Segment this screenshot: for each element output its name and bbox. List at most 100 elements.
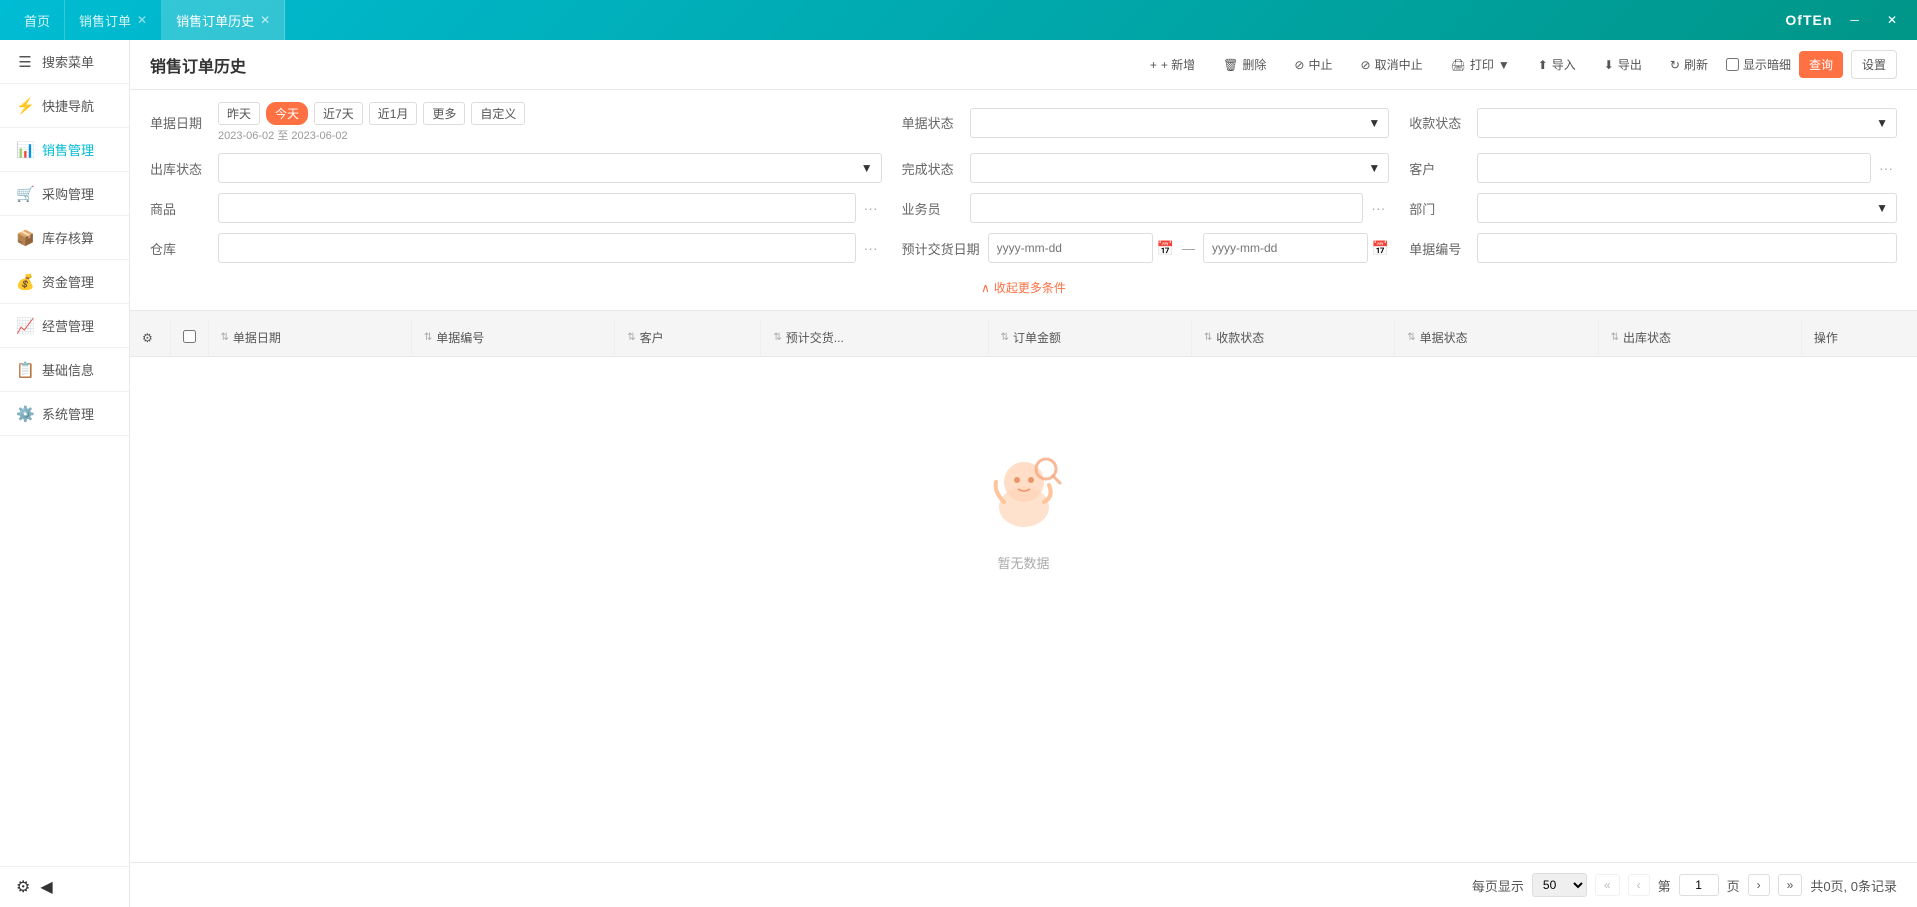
empty-state-row: 暂无数据 [130, 357, 1917, 653]
sidebar-item-inventory-label: 库存核算 [42, 228, 94, 247]
filter-customer-input[interactable] [1477, 153, 1871, 183]
new-btn[interactable]: + + 新增 [1140, 51, 1205, 78]
filter-complete-status-label: 完成状态 [902, 159, 962, 178]
data-table: ⚙ ⇅ 单据日期 ⇅ [130, 319, 1917, 652]
basic-info-icon: 📋 [16, 361, 34, 379]
filter-salesman-input[interactable] [970, 193, 1364, 223]
delivery-date-end-calendar-icon[interactable]: 📅 [1372, 240, 1389, 257]
delete-btn[interactable]: 🗑 删除 [1213, 51, 1276, 78]
date-7days-btn[interactable]: 近7天 [314, 102, 363, 125]
filter-out-status-select[interactable]: ▼ [218, 153, 882, 183]
th-no[interactable]: ⇅ 单据编号 [411, 319, 614, 357]
th-customer[interactable]: ⇅ 客户 [615, 319, 761, 357]
sidebar-item-sales-mgmt[interactable]: 📊 销售管理 [0, 128, 129, 172]
page-num-input[interactable] [1679, 874, 1719, 896]
th-amount-sort-icon: ⇅ [1001, 332, 1009, 343]
sidebar-collapse-icon[interactable]: ◀ [40, 877, 52, 897]
top-bar: 首页 销售订单 ✕ 销售订单历史 ✕ OfTEn ─ ✕ [0, 0, 1917, 40]
filter-row-1: 单据日期 昨天 今天 近7天 近1月 更多 自定义 2023-06-02 [150, 102, 1897, 143]
date-more-btn[interactable]: 更多 [423, 102, 465, 125]
export-icon: ⬇ [1604, 58, 1614, 72]
settings-btn[interactable]: 设置 [1851, 50, 1897, 79]
finance-icon: 💰 [16, 273, 34, 291]
sidebar-item-finance[interactable]: 💰 资金管理 [0, 260, 129, 304]
stop-btn[interactable]: ⊘ 中止 [1284, 51, 1342, 78]
window-minimize-btn[interactable]: ─ [1840, 8, 1869, 32]
th-out-status[interactable]: ⇅ 出库状态 [1598, 319, 1801, 357]
stop-btn-label: 中止 [1308, 56, 1332, 73]
th-settings[interactable]: ⚙ [130, 319, 170, 357]
import-icon: ⬆ [1538, 58, 1548, 72]
sidebar-item-search-menu-label: 搜索菜单 [42, 52, 94, 71]
sidebar-item-purchase-mgmt[interactable]: 🛒 采购管理 [0, 172, 129, 216]
per-page-select[interactable]: 50 10 20 100 [1532, 873, 1587, 897]
filter-payment-status-select[interactable]: ▼ [1477, 108, 1897, 138]
tab-sales-order[interactable]: 销售订单 ✕ [65, 0, 162, 40]
export-btn-label: 导出 [1618, 56, 1642, 73]
th-no-label: 单据编号 [436, 329, 484, 346]
filter-item-out-status: 出库状态 ▼ [150, 153, 882, 183]
filter-complete-status-select[interactable]: ▼ [970, 153, 1390, 183]
sidebar-item-operations[interactable]: 📈 经营管理 [0, 304, 129, 348]
tab-home[interactable]: 首页 [10, 0, 65, 40]
filter-delivery-date-end[interactable] [1203, 233, 1368, 263]
prev-page-btn[interactable]: ‹ [1628, 874, 1650, 896]
date-1month-btn[interactable]: 近1月 [369, 102, 418, 125]
filter-dept-label: 部门 [1409, 199, 1469, 218]
sidebar-item-search-menu[interactable]: ☰ 搜索菜单 [0, 40, 129, 84]
next-page-btn[interactable]: › [1748, 874, 1770, 896]
toolbar: + + 新增 🗑 删除 ⊘ 中止 ⊘ 取消中止 🖨 打印 [1140, 50, 1897, 79]
tab-sales-order-history[interactable]: 销售订单历史 ✕ [162, 0, 285, 40]
empty-state-cell: 暂无数据 [130, 357, 1917, 653]
window-close-btn[interactable]: ✕ [1877, 8, 1907, 32]
sidebar-item-quick-nav[interactable]: ⚡ 快捷导航 [0, 84, 129, 128]
filter-warehouse-input[interactable] [218, 233, 856, 263]
tab-sales-order-history-close[interactable]: ✕ [260, 13, 270, 27]
customer-more-icon[interactable]: ··· [1875, 160, 1897, 176]
last-page-btn[interactable]: » [1778, 874, 1803, 896]
show-cols-toggle[interactable]: 显示暗细 [1726, 56, 1791, 73]
filter-delivery-date-start[interactable] [988, 233, 1153, 263]
print-btn[interactable]: 🖨 打印 ▼ [1441, 51, 1520, 78]
warehouse-more-icon[interactable]: ··· [860, 240, 882, 256]
sidebar-item-basic-info[interactable]: 📋 基础信息 [0, 348, 129, 392]
print-btn-label: 打印 [1470, 56, 1494, 73]
filter-salesman-control: ··· [970, 193, 1390, 223]
goods-more-icon[interactable]: ··· [860, 200, 882, 216]
import-btn[interactable]: ⬆ 导入 [1528, 51, 1586, 78]
query-btn[interactable]: 查询 [1799, 51, 1843, 78]
filter-item-customer: 客户 ··· [1409, 153, 1897, 183]
th-payment-status[interactable]: ⇅ 收款状态 [1191, 319, 1394, 357]
doc-status-chevron-icon: ▼ [1368, 116, 1380, 130]
filter-customer-label: 客户 [1409, 159, 1469, 178]
th-doc-status[interactable]: ⇅ 单据状态 [1395, 319, 1598, 357]
sidebar-item-sys-mgmt[interactable]: ⚙️ 系统管理 [0, 392, 129, 436]
per-page-label: 每页显示 [1472, 876, 1524, 895]
cancel-stop-btn[interactable]: ⊘ 取消中止 [1351, 51, 1433, 78]
date-yesterday-btn[interactable]: 昨天 [218, 102, 260, 125]
export-btn[interactable]: ⬇ 导出 [1594, 51, 1652, 78]
delivery-date-start-calendar-icon[interactable]: 📅 [1157, 240, 1174, 257]
tab-sales-order-close[interactable]: ✕ [137, 13, 147, 27]
date-today-btn[interactable]: 今天 [266, 102, 308, 125]
th-delivery-date[interactable]: ⇅ 预计交货... [761, 319, 988, 357]
date-custom-btn[interactable]: 自定义 [471, 102, 525, 125]
filter-doc-status-select[interactable]: ▼ [970, 108, 1390, 138]
select-all-checkbox[interactable] [183, 330, 196, 343]
th-date[interactable]: ⇅ 单据日期 [208, 319, 411, 357]
cancel-stop-btn-label: 取消中止 [1375, 56, 1423, 73]
salesman-more-icon[interactable]: ··· [1367, 200, 1389, 216]
sidebar-item-inventory[interactable]: 📦 库存核算 [0, 216, 129, 260]
first-page-btn[interactable]: « [1595, 874, 1620, 896]
filter-goods-input[interactable] [218, 193, 856, 223]
collapse-filter-btn[interactable]: ∧ 收起更多条件 [150, 273, 1897, 298]
refresh-btn[interactable]: ↻ 刷新 [1660, 51, 1718, 78]
top-bar-right: OfTEn ─ ✕ [1785, 8, 1907, 32]
tab-home-label: 首页 [24, 11, 50, 30]
sidebar-settings-icon[interactable]: ⚙ [16, 877, 30, 897]
show-cols-checkbox[interactable] [1726, 58, 1739, 71]
filter-order-no-input[interactable] [1477, 233, 1897, 263]
filter-dept-select[interactable]: ▼ [1477, 193, 1897, 223]
th-delivery-sort-icon: ⇅ [773, 332, 781, 343]
th-amount[interactable]: ⇅ 订单金额 [988, 319, 1191, 357]
